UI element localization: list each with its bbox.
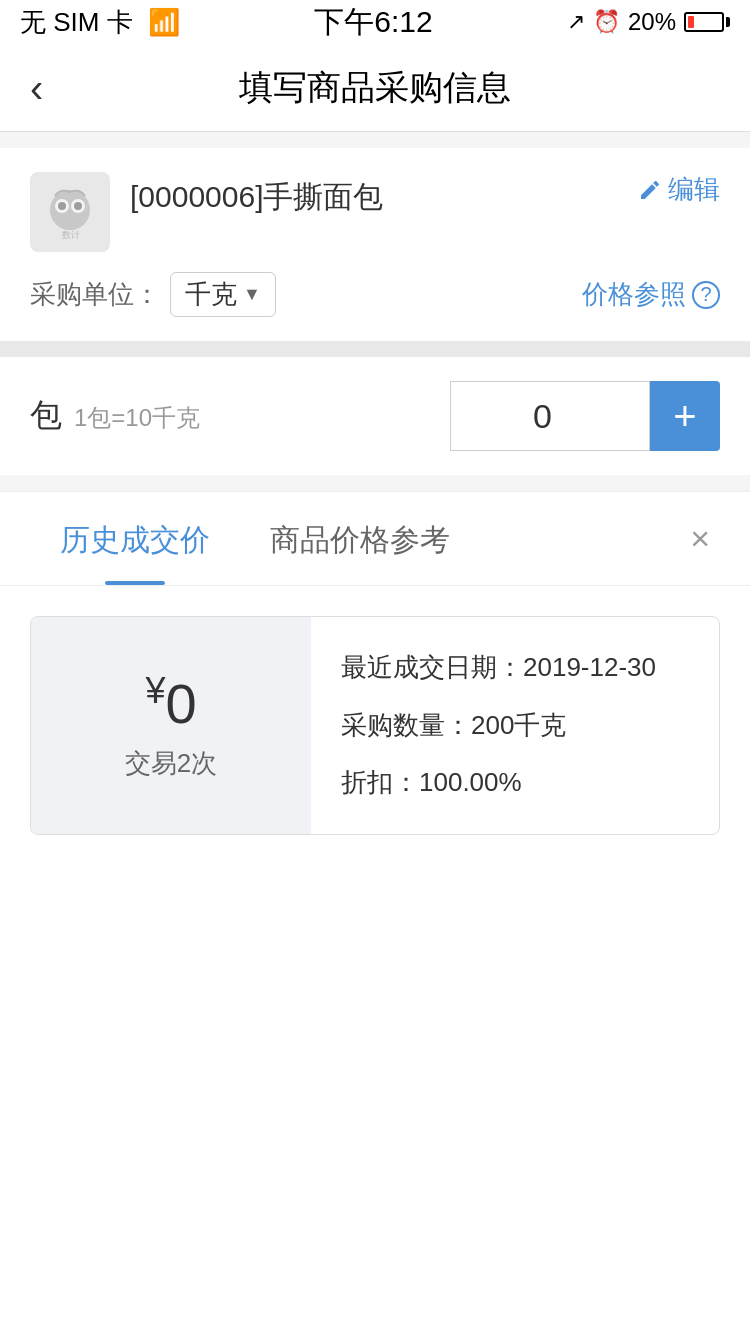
tabs-container: 历史成交价 商品价格参考 × ¥0 交易2次 最近成交日期：2019-12-30 (0, 491, 750, 865)
product-name: [0000006]手撕面包 (130, 172, 383, 218)
discount-line: 折扣：100.00% (341, 762, 689, 804)
product-footer: 采购单位： 千克 ▼ 价格参照 ? (30, 272, 720, 317)
tabs-header: 历史成交价 商品价格参考 × (0, 492, 750, 586)
status-carrier: 无 SIM 卡 📶 (20, 5, 180, 40)
battery-percent: 20% (628, 8, 676, 36)
edit-icon (638, 178, 662, 202)
price-ref-label: 价格参照 (582, 277, 686, 312)
quantity-input[interactable] (450, 381, 650, 451)
history-price-left: ¥0 交易2次 (31, 617, 311, 834)
status-icons: ↗ ⏰ 20% (567, 8, 730, 36)
tab-content-history: ¥0 交易2次 最近成交日期：2019-12-30 采购数量：200千克 折扣：… (0, 586, 750, 865)
recent-date-line: 最近成交日期：2019-12-30 (341, 647, 689, 689)
wifi-icon: 📶 (148, 7, 180, 37)
svg-point-3 (58, 202, 66, 210)
product-thumbnail: 数计 (30, 172, 110, 252)
nav-bar: ‹ 填写商品采购信息 (0, 44, 750, 132)
quantity-label: 包 1包=10千克 (30, 394, 200, 438)
svg-point-5 (58, 214, 82, 230)
product-card: 数计 [0000006]手撕面包 编辑 采购单位： 千克 ▼ 价格参照 ? (0, 148, 750, 341)
transaction-count: 交易2次 (125, 746, 217, 781)
location-icon: ↗ (567, 9, 585, 35)
quantity-row: 包 1包=10千克 + (0, 357, 750, 475)
section-divider (0, 341, 750, 357)
edit-button[interactable]: 编辑 (638, 172, 720, 207)
dropdown-arrow-icon: ▼ (243, 284, 261, 305)
tab-price-reference[interactable]: 商品价格参考 (240, 492, 480, 585)
battery-icon (684, 12, 730, 32)
svg-text:数计: 数计 (62, 230, 80, 240)
history-price-amount: ¥0 (145, 670, 196, 736)
currency-symbol: ¥ (145, 670, 165, 711)
back-button[interactable]: ‹ (30, 68, 43, 108)
status-bar: 无 SIM 卡 📶 下午6:12 ↗ ⏰ 20% (0, 0, 750, 44)
help-icon: ? (692, 281, 720, 309)
svg-point-4 (74, 202, 82, 210)
tabs-close-button[interactable]: × (680, 499, 720, 578)
unit-label: 采购单位： (30, 277, 160, 312)
bottom-space (0, 865, 750, 1334)
status-time: 下午6:12 (314, 2, 432, 43)
history-price-card: ¥0 交易2次 最近成交日期：2019-12-30 采购数量：200千克 折扣：… (30, 616, 720, 835)
tab-history-price[interactable]: 历史成交价 (30, 492, 240, 585)
quantity-plus-button[interactable]: + (650, 381, 720, 451)
product-logo-icon: 数计 (40, 182, 100, 242)
unit-section: 采购单位： 千克 ▼ (30, 272, 276, 317)
alarm-icon: ⏰ (593, 9, 620, 35)
purchase-qty-line: 采购数量：200千克 (341, 705, 689, 747)
price-reference-button[interactable]: 价格参照 ? (582, 277, 720, 312)
history-price-right: 最近成交日期：2019-12-30 采购数量：200千克 折扣：100.00% (311, 617, 719, 834)
unit-value: 千克 (185, 277, 237, 312)
quantity-unit-sub: 1包=10千克 (74, 402, 200, 434)
unit-dropdown[interactable]: 千克 ▼ (170, 272, 276, 317)
quantity-unit-main: 包 (30, 394, 62, 438)
product-left: 数计 [0000006]手撕面包 (30, 172, 383, 252)
quantity-input-section: + (450, 381, 720, 451)
page-title: 填写商品采购信息 (239, 65, 511, 111)
product-header: 数计 [0000006]手撕面包 编辑 (30, 172, 720, 252)
